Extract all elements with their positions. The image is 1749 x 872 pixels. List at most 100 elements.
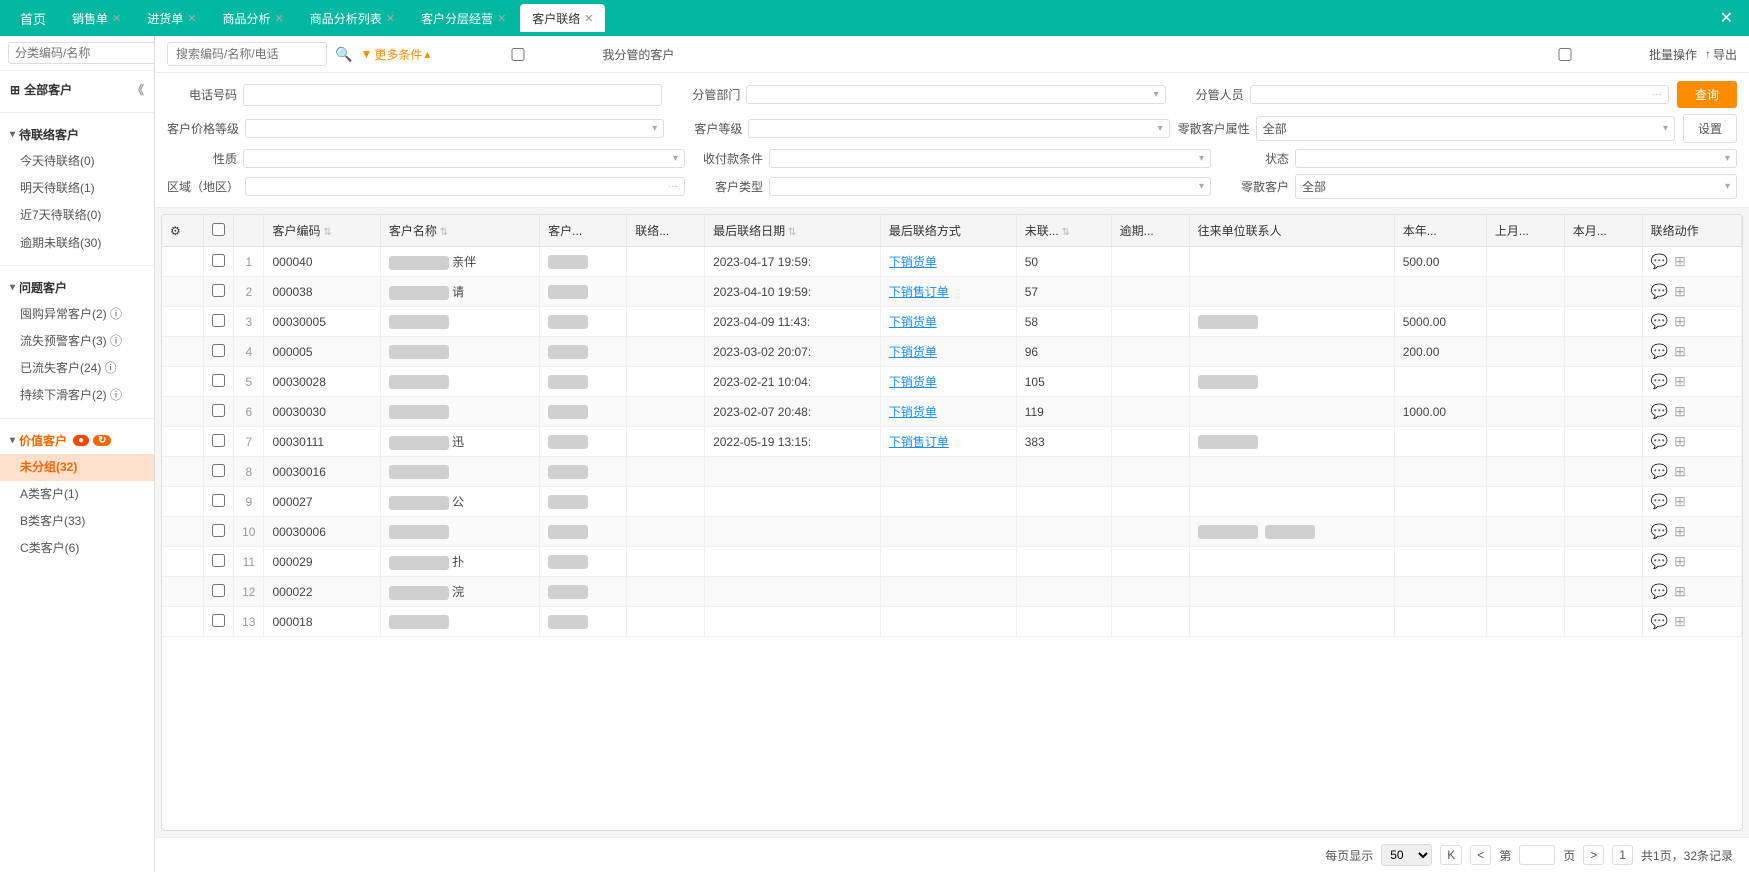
nav-tab-sales[interactable]: 销售单 ✕ <box>60 4 133 32</box>
sidebar-item-class-b[interactable]: B类客户(33) <box>0 508 154 535</box>
grid-icon[interactable]: ⊞ <box>1674 313 1686 330</box>
chat-icon[interactable]: 💬 <box>1651 613 1668 630</box>
search-input[interactable] <box>167 42 327 66</box>
contact-method-link[interactable]: 下销货单 <box>889 375 937 389</box>
close-contact-tab[interactable]: ✕ <box>584 12 593 25</box>
th-name[interactable]: 客户名称 <box>380 215 539 247</box>
chat-icon[interactable]: 💬 <box>1651 463 1668 480</box>
export-btn[interactable]: ↑ 导出 <box>1705 46 1737 63</box>
sidebar-group-problem[interactable]: ▾ 问题客户 <box>0 274 154 301</box>
chat-icon[interactable]: 💬 <box>1651 313 1668 330</box>
sidebar-collapse-btn[interactable]: 《 <box>132 81 144 98</box>
status-select[interactable]: ▾ <box>1295 149 1737 168</box>
sidebar-item-declining[interactable]: 持续下滑客户(2) ⓘ <box>0 382 154 409</box>
row-checkbox[interactable] <box>204 577 234 607</box>
chat-icon[interactable]: 💬 <box>1651 283 1668 300</box>
sidebar-item-churn-warning[interactable]: 流失预警客户(3) ⓘ <box>0 328 154 355</box>
th-check[interactable] <box>204 215 234 247</box>
nav-home[interactable]: 首页 <box>8 4 58 32</box>
chat-icon[interactable]: 💬 <box>1651 253 1668 270</box>
grid-icon[interactable]: ⊞ <box>1674 553 1686 570</box>
row-checkbox[interactable] <box>204 517 234 547</box>
grid-icon[interactable]: ⊞ <box>1674 283 1686 300</box>
sidebar-item-lost[interactable]: 已流失客户(24) ⓘ <box>0 355 154 382</box>
contact-method-link[interactable]: 下销货单 <box>889 405 937 419</box>
phone-input[interactable] <box>243 84 662 106</box>
chat-icon[interactable]: 💬 <box>1651 523 1668 540</box>
sidebar-item-abnormal[interactable]: 囤购异常客户(2) ⓘ <box>0 301 154 328</box>
payment-select[interactable]: ▾ <box>769 149 1211 168</box>
th-contact[interactable]: 联络... <box>627 215 705 247</box>
row-checkbox[interactable] <box>204 457 234 487</box>
search-button[interactable]: 🔍 <box>335 46 352 63</box>
sidebar-item-class-a[interactable]: A类客户(1) <box>0 481 154 508</box>
manager-select[interactable]: ··· <box>1250 85 1669 104</box>
chat-icon[interactable]: 💬 <box>1651 493 1668 510</box>
next-page-btn[interactable]: > <box>1583 845 1604 865</box>
sidebar-item-7days[interactable]: 近7天待联络(0) <box>0 202 154 229</box>
row-checkbox[interactable] <box>204 427 234 457</box>
th-last-date[interactable]: 最后联络日期 <box>705 215 881 247</box>
chat-icon[interactable]: 💬 <box>1651 583 1668 600</box>
grid-icon[interactable]: ⊞ <box>1674 373 1686 390</box>
first-page-btn[interactable]: K <box>1440 845 1462 865</box>
nature-select[interactable]: ▾ <box>243 149 685 168</box>
my-customers-check[interactable] <box>438 48 598 61</box>
sidebar-item-overdue[interactable]: 逾期未联络(30) <box>0 230 154 257</box>
sidebar-all-customers[interactable]: ⊞ 全部客户 《 <box>0 75 154 104</box>
retail-customer-select[interactable]: 全部 ▾ <box>1295 174 1737 199</box>
page-number-input[interactable]: 1 <box>1519 845 1555 865</box>
nav-tab-product-list[interactable]: 商品分析列表 ✕ <box>298 4 407 32</box>
th-last-method[interactable]: 最后联络方式 <box>880 215 1016 247</box>
grid-icon[interactable]: ⊞ <box>1674 433 1686 450</box>
more-conditions-btn[interactable]: ▼ 更多条件 ▴ <box>360 46 430 63</box>
grid-icon[interactable]: ⊞ <box>1674 493 1686 510</box>
prev-page-btn[interactable]: < <box>1470 845 1491 865</box>
row-checkbox[interactable] <box>204 397 234 427</box>
nav-tab-customer-segment[interactable]: 客户分层经营 ✕ <box>409 4 518 32</box>
customer-type-select[interactable]: ▾ <box>769 177 1211 196</box>
my-customers-checkbox[interactable]: 我分管的客户 <box>438 46 674 63</box>
grid-icon[interactable]: ⊞ <box>1674 613 1686 630</box>
grid-icon[interactable]: ⊞ <box>1674 583 1686 600</box>
chat-icon[interactable]: 💬 <box>1651 403 1668 420</box>
th-this-year[interactable]: 本年... <box>1394 215 1486 247</box>
dept-select[interactable]: ▾ <box>746 85 1165 104</box>
contact-method-link[interactable]: 下销货单 <box>889 255 937 269</box>
row-checkbox[interactable] <box>204 487 234 517</box>
row-checkbox[interactable] <box>204 277 234 307</box>
sidebar-group-value[interactable]: ▾ 价值客户 ● ↻ <box>0 427 154 454</box>
th-last-month[interactable]: 上月... <box>1486 215 1564 247</box>
row-checkbox[interactable] <box>204 247 234 277</box>
close-sales-tab[interactable]: ✕ <box>112 12 121 25</box>
grid-icon[interactable]: ⊞ <box>1674 403 1686 420</box>
sidebar-group-pending[interactable]: ▾ 待联络客户 <box>0 121 154 148</box>
close-product-analysis-tab[interactable]: ✕ <box>275 12 284 25</box>
query-button[interactable]: 查询 <box>1677 81 1737 108</box>
row-checkbox[interactable] <box>204 547 234 577</box>
reset-button[interactable]: 设置 <box>1683 114 1737 143</box>
close-purchase-tab[interactable]: ✕ <box>187 12 196 25</box>
sidebar-item-today[interactable]: 今天待联络(0) <box>0 148 154 175</box>
grid-icon[interactable]: ⊞ <box>1674 343 1686 360</box>
batch-ops-btn[interactable]: 批量操作 <box>1485 46 1697 63</box>
contact-method-link[interactable]: 下销货单 <box>889 315 937 329</box>
sidebar-item-class-c[interactable]: C类客户(6) <box>0 535 154 562</box>
chat-icon[interactable]: 💬 <box>1651 343 1668 360</box>
nav-tab-purchase[interactable]: 进货单 ✕ <box>135 4 208 32</box>
grid-icon[interactable]: ⊞ <box>1674 253 1686 270</box>
contact-method-link[interactable]: 下销售订单 <box>889 435 949 449</box>
sidebar-search-input[interactable] <box>8 42 155 64</box>
grid-icon[interactable]: ⊞ <box>1674 523 1686 540</box>
chat-icon[interactable]: 💬 <box>1651 553 1668 570</box>
grid-icon[interactable]: ⊞ <box>1674 463 1686 480</box>
sidebar-item-tomorrow[interactable]: 明天待联络(1) <box>0 175 154 202</box>
level-select[interactable]: ▾ <box>748 119 1169 138</box>
th-type[interactable]: 客户... <box>540 215 627 247</box>
row-checkbox[interactable] <box>204 607 234 637</box>
th-unit-contact[interactable]: 往来单位联系人 <box>1189 215 1394 247</box>
nav-tab-customer-contact[interactable]: 客户联络 ✕ <box>520 4 605 32</box>
close-segment-tab[interactable]: ✕ <box>497 12 506 25</box>
row-checkbox[interactable] <box>204 307 234 337</box>
close-product-list-tab[interactable]: ✕ <box>386 12 395 25</box>
